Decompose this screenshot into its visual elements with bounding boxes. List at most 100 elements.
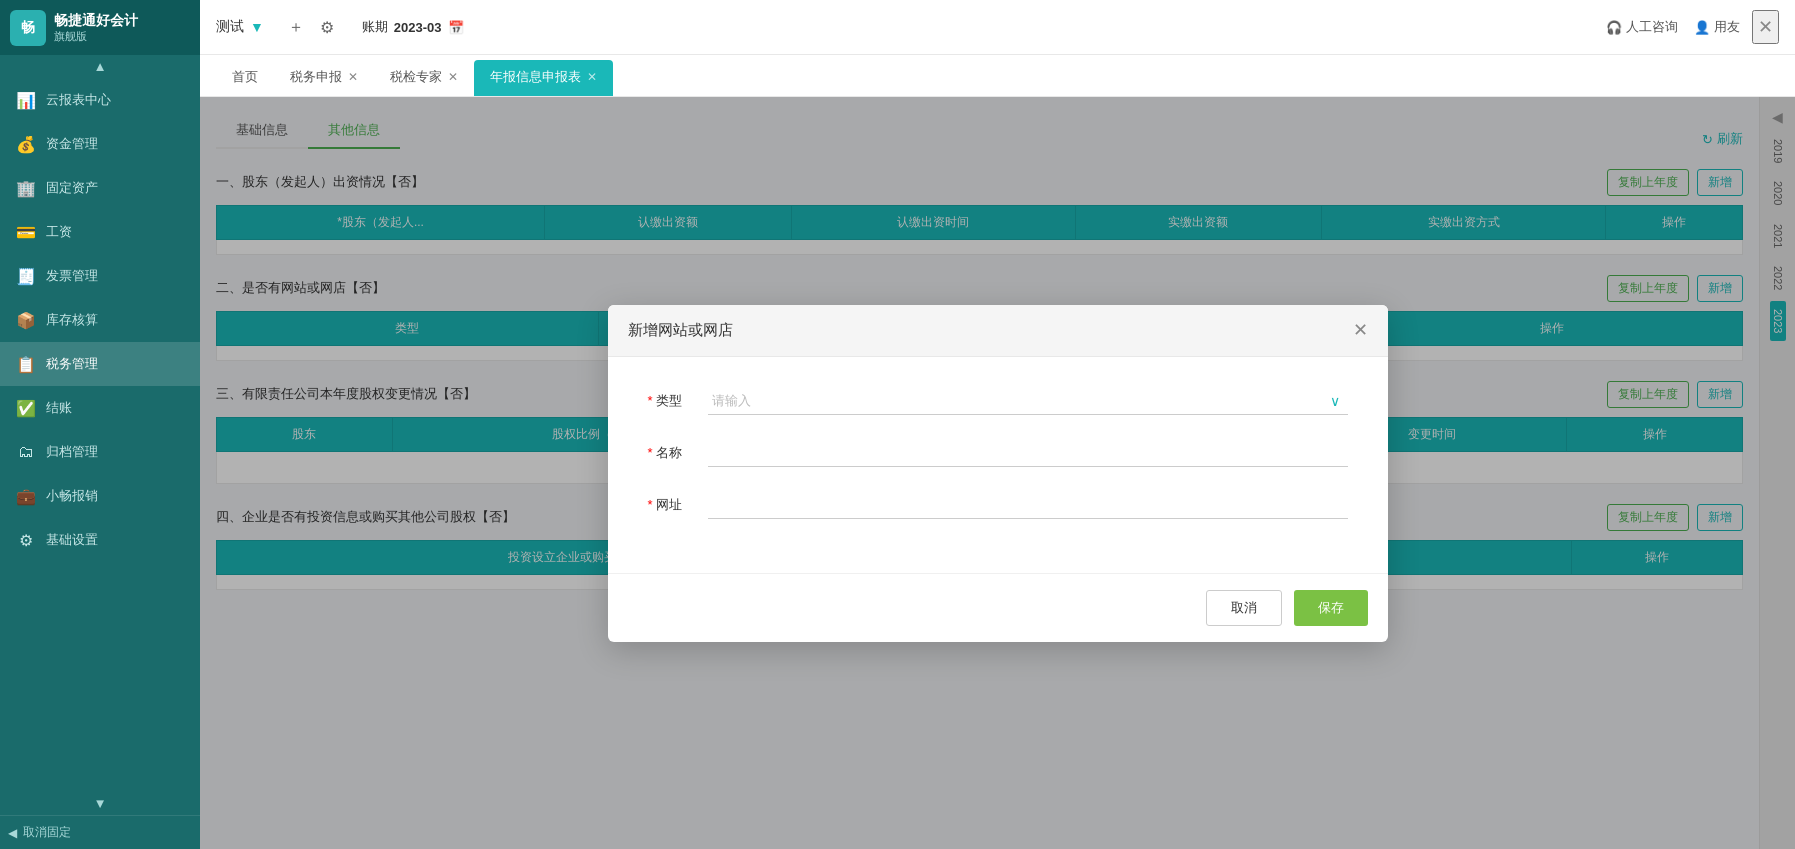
topbar: 测试 ▼ ＋ ⚙ 账期 2023-03 📅 🎧 人工咨询 👤 用友	[200, 0, 1795, 55]
dialog-header: 新增网站或网店 ✕	[608, 305, 1388, 357]
sidebar-header: 畅 畅捷通好会计 旗舰版	[0, 0, 200, 55]
tab-annual-report[interactable]: 年报信息申报表 ✕	[474, 60, 613, 96]
sidebar-item-fund-mgmt[interactable]: 💰 资金管理	[0, 122, 200, 166]
sidebar-item-basic-settings[interactable]: ⚙ 基础设置	[0, 518, 200, 562]
cancel-button[interactable]: 取消	[1206, 590, 1282, 626]
content-area: 基础信息 其他信息 ↻ 刷新 一、股东（发起人）出资情况【否】	[200, 97, 1795, 849]
cloud-report-icon: 📊	[16, 90, 36, 110]
app-subtitle: 旗舰版	[54, 29, 138, 44]
tab-bar: 首页 税务申报 ✕ 税检专家 ✕ 年报信息申报表 ✕	[200, 55, 1795, 97]
calendar-icon[interactable]: 📅	[448, 20, 464, 35]
dialog-body: * 类型 ∨ * 名称	[608, 357, 1388, 573]
period-value: 2023-03	[394, 20, 442, 35]
sidebar-label-basic-settings: 基础设置	[46, 531, 98, 549]
tab-tax-expert[interactable]: 税检专家 ✕	[374, 60, 474, 96]
required-mark-name: *	[648, 445, 653, 460]
user-menu[interactable]: 👤 用友	[1694, 18, 1740, 36]
company-name: 测试	[216, 18, 244, 36]
fixed-assets-icon: 🏢	[16, 178, 36, 198]
tab-home[interactable]: 首页	[216, 60, 274, 96]
form-field-url: * 网址	[648, 491, 1348, 519]
form-input-wrap-type: ∨	[708, 387, 1348, 415]
topbar-close-button[interactable]: ✕	[1752, 10, 1779, 44]
add-button[interactable]: ＋	[284, 13, 308, 42]
fund-mgmt-icon: 💰	[16, 134, 36, 154]
app-logo: 畅	[10, 10, 46, 46]
app-title-block: 畅捷通好会计 旗舰版	[54, 11, 138, 44]
dialog-close-button[interactable]: ✕	[1353, 321, 1368, 339]
sidebar-label-fund-mgmt: 资金管理	[46, 135, 98, 153]
sidebar-item-cloud-report[interactable]: 📊 云报表中心	[0, 78, 200, 122]
headset-icon: 🎧	[1606, 20, 1622, 35]
user-label: 用友	[1714, 18, 1740, 36]
form-input-wrap-name	[708, 439, 1348, 467]
form-field-name: * 名称	[648, 439, 1348, 467]
sidebar-nav: 📊 云报表中心 💰 资金管理 🏢 固定资产 💳 工资 🧾 发票管理 📦	[0, 78, 200, 792]
sidebar-label-cloud-report: 云报表中心	[46, 91, 111, 109]
sidebar-label-tax: 税务管理	[46, 355, 98, 373]
tax-icon: 📋	[16, 354, 36, 374]
tab-annual-report-label: 年报信息申报表	[490, 68, 581, 86]
sidebar-footer[interactable]: ◀ 取消固定	[0, 815, 200, 849]
settings-button[interactable]: ⚙	[316, 14, 338, 41]
sidebar: 畅 畅捷通好会计 旗舰版 ▲ 📊 云报表中心 💰 资金管理 🏢 固定资产 💳	[0, 0, 200, 849]
archive-icon: 🗂	[16, 442, 36, 462]
sidebar-item-payroll[interactable]: 💳 工资	[0, 210, 200, 254]
unpin-icon: ◀	[8, 826, 17, 840]
period-label: 账期	[362, 18, 388, 36]
sidebar-item-fixed-assets[interactable]: 🏢 固定资产	[0, 166, 200, 210]
required-mark-type: *	[648, 393, 653, 408]
sidebar-scroll-up[interactable]: ▲	[0, 55, 200, 78]
tab-home-label: 首页	[232, 68, 258, 86]
tab-tax-expert-close[interactable]: ✕	[448, 70, 458, 84]
save-button[interactable]: 保存	[1294, 590, 1368, 626]
sidebar-item-inventory[interactable]: 📦 库存核算	[0, 298, 200, 342]
sidebar-item-tax[interactable]: 📋 税务管理	[0, 342, 200, 386]
dialog-footer: 取消 保存	[608, 573, 1388, 642]
period-display: 账期 2023-03 📅	[362, 18, 464, 36]
unpin-label: 取消固定	[23, 824, 71, 841]
tab-tax-report-label: 税务申报	[290, 68, 342, 86]
inventory-icon: 📦	[16, 310, 36, 330]
sidebar-item-invoice[interactable]: 🧾 发票管理	[0, 254, 200, 298]
settle-icon: ✅	[16, 398, 36, 418]
service-button[interactable]: 🎧 人工咨询	[1606, 18, 1678, 36]
sidebar-label-fixed-assets: 固定资产	[46, 179, 98, 197]
name-input[interactable]	[708, 439, 1348, 467]
sidebar-item-archive[interactable]: 🗂 归档管理	[0, 430, 200, 474]
topbar-right: 🎧 人工咨询 👤 用友	[1606, 18, 1740, 36]
app-title: 畅捷通好会计	[54, 11, 138, 29]
main-area: 测试 ▼ ＋ ⚙ 账期 2023-03 📅 🎧 人工咨询 👤 用友	[200, 0, 1795, 849]
tab-tax-report[interactable]: 税务申报 ✕	[274, 60, 374, 96]
basic-settings-icon: ⚙	[16, 530, 36, 550]
type-dropdown-icon[interactable]: ∨	[1330, 393, 1340, 409]
sidebar-label-settle: 结账	[46, 399, 72, 417]
url-input[interactable]	[708, 491, 1348, 519]
company-selector[interactable]: 测试 ▼	[216, 18, 264, 36]
dialog-title: 新增网站或网店	[628, 321, 733, 340]
sidebar-label-invoice: 发票管理	[46, 267, 98, 285]
user-icon: 👤	[1694, 20, 1710, 35]
company-dropdown-icon: ▼	[250, 19, 264, 35]
sidebar-scroll-down[interactable]: ▼	[0, 792, 200, 815]
type-input[interactable]	[708, 387, 1348, 415]
form-label-type: * 类型	[648, 392, 708, 410]
sidebar-label-xiao-report: 小畅报销	[46, 487, 98, 505]
sidebar-label-payroll: 工资	[46, 223, 72, 241]
form-input-wrap-url	[708, 491, 1348, 519]
form-label-name: * 名称	[648, 444, 708, 462]
sidebar-item-settle[interactable]: ✅ 结账	[0, 386, 200, 430]
tab-annual-report-close[interactable]: ✕	[587, 70, 597, 84]
service-label: 人工咨询	[1626, 18, 1678, 36]
sidebar-item-xiao-report[interactable]: 💼 小畅报销	[0, 474, 200, 518]
sidebar-label-inventory: 库存核算	[46, 311, 98, 329]
dialog-overlay: 新增网站或网店 ✕ * 类型 ∨	[200, 97, 1795, 849]
tab-tax-expert-label: 税检专家	[390, 68, 442, 86]
form-label-url: * 网址	[648, 496, 708, 514]
sidebar-label-archive: 归档管理	[46, 443, 98, 461]
required-mark-url: *	[648, 497, 653, 512]
dialog: 新增网站或网店 ✕ * 类型 ∨	[608, 305, 1388, 642]
invoice-icon: 🧾	[16, 266, 36, 286]
form-field-type: * 类型 ∨	[648, 387, 1348, 415]
tab-tax-report-close[interactable]: ✕	[348, 70, 358, 84]
